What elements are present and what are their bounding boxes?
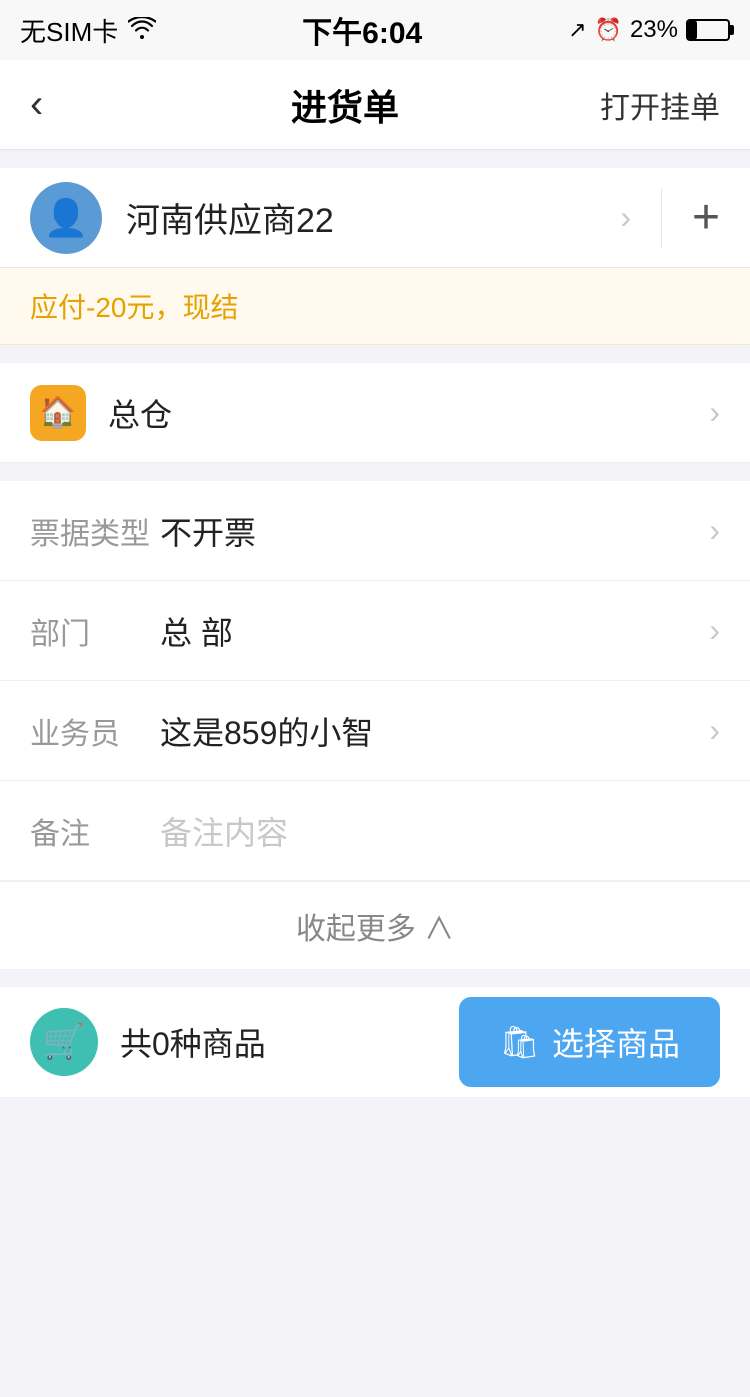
supplier-avatar: 👤	[30, 182, 102, 254]
carrier-text: 无SIM卡	[20, 12, 118, 49]
warehouse-label: 总仓	[108, 390, 699, 436]
warehouse-row[interactable]: 🏠 总仓 ›	[0, 363, 750, 463]
status-bar: 无SIM卡 下午6:04 ↗ ⏰ 23%	[0, 0, 750, 60]
warehouse-icon: 🏠	[39, 395, 76, 430]
select-goods-button[interactable]: 🛍 选择商品	[459, 997, 720, 1087]
select-goods-label: 选择商品	[552, 1019, 680, 1065]
cart-icon-wrap: 🛒	[30, 1008, 98, 1076]
collapse-label: 收起更多 ∧	[296, 904, 454, 948]
section-gap-1	[0, 150, 750, 168]
warehouse-icon-wrap: 🏠	[30, 385, 86, 441]
back-button[interactable]: ‹	[30, 82, 90, 127]
add-supplier-button[interactable]: +	[692, 194, 720, 242]
open-pending-button[interactable]: 打开挂单	[600, 83, 720, 127]
salesperson-row[interactable]: 业务员 这是859的小智 ›	[0, 681, 750, 781]
section-gap-2	[0, 345, 750, 363]
select-goods-icon: 🛍	[499, 1023, 540, 1061]
location-icon: ↗	[568, 17, 586, 43]
notice-text: 应付-20元，现结	[30, 292, 238, 323]
supplier-name: 河南供应商22	[126, 193, 610, 242]
supplier-row[interactable]: 👤 河南供应商22 › +	[0, 168, 750, 268]
goods-count-text: 共0种商品	[120, 1019, 459, 1065]
department-chevron-icon: ›	[709, 612, 720, 649]
alarm-icon: ⏰	[595, 17, 622, 43]
invoice-type-label: 票据类型	[30, 509, 160, 553]
battery-percent: 23%	[630, 16, 678, 44]
avatar-icon: 👤	[44, 197, 89, 239]
remark-placeholder: 备注内容	[160, 808, 720, 854]
department-row[interactable]: 部门 总 部 ›	[0, 581, 750, 681]
salesperson-label: 业务员	[30, 709, 160, 753]
battery-icon	[686, 19, 730, 41]
remark-row[interactable]: 备注 备注内容	[0, 781, 750, 881]
department-label: 部门	[30, 609, 160, 653]
department-value: 总 部	[160, 608, 699, 654]
remark-label: 备注	[30, 809, 160, 853]
wifi-icon	[128, 15, 156, 46]
salesperson-value: 这是859的小智	[160, 708, 699, 754]
invoice-type-chevron-icon: ›	[709, 512, 720, 549]
notice-bar: 应付-20元，现结	[0, 268, 750, 345]
status-time: 下午6:04	[302, 8, 422, 52]
section-gap-3	[0, 463, 750, 481]
supplier-chevron-icon: ›	[620, 199, 631, 236]
main-content-area	[0, 1097, 750, 1397]
warehouse-chevron-icon: ›	[709, 394, 720, 431]
page-title: 进货单	[291, 79, 399, 131]
collapse-toggle[interactable]: 收起更多 ∧	[0, 881, 750, 969]
bottom-bar: 🛒 共0种商品 🛍 选择商品	[0, 987, 750, 1097]
supplier-section: 👤 河南供应商22 › + 应付-20元，现结	[0, 168, 750, 345]
nav-bar: ‹ 进货单 打开挂单	[0, 60, 750, 150]
cart-icon: 🛒	[43, 1022, 85, 1062]
invoice-type-value: 不开票	[160, 508, 699, 554]
salesperson-chevron-icon: ›	[709, 712, 720, 749]
status-left: 无SIM卡	[20, 12, 156, 49]
invoice-type-row[interactable]: 票据类型 不开票 ›	[0, 481, 750, 581]
status-right: ↗ ⏰ 23%	[568, 16, 730, 44]
divider	[661, 188, 662, 248]
form-section: 票据类型 不开票 › 部门 总 部 › 业务员 这是859的小智 › 备注 备注…	[0, 481, 750, 969]
